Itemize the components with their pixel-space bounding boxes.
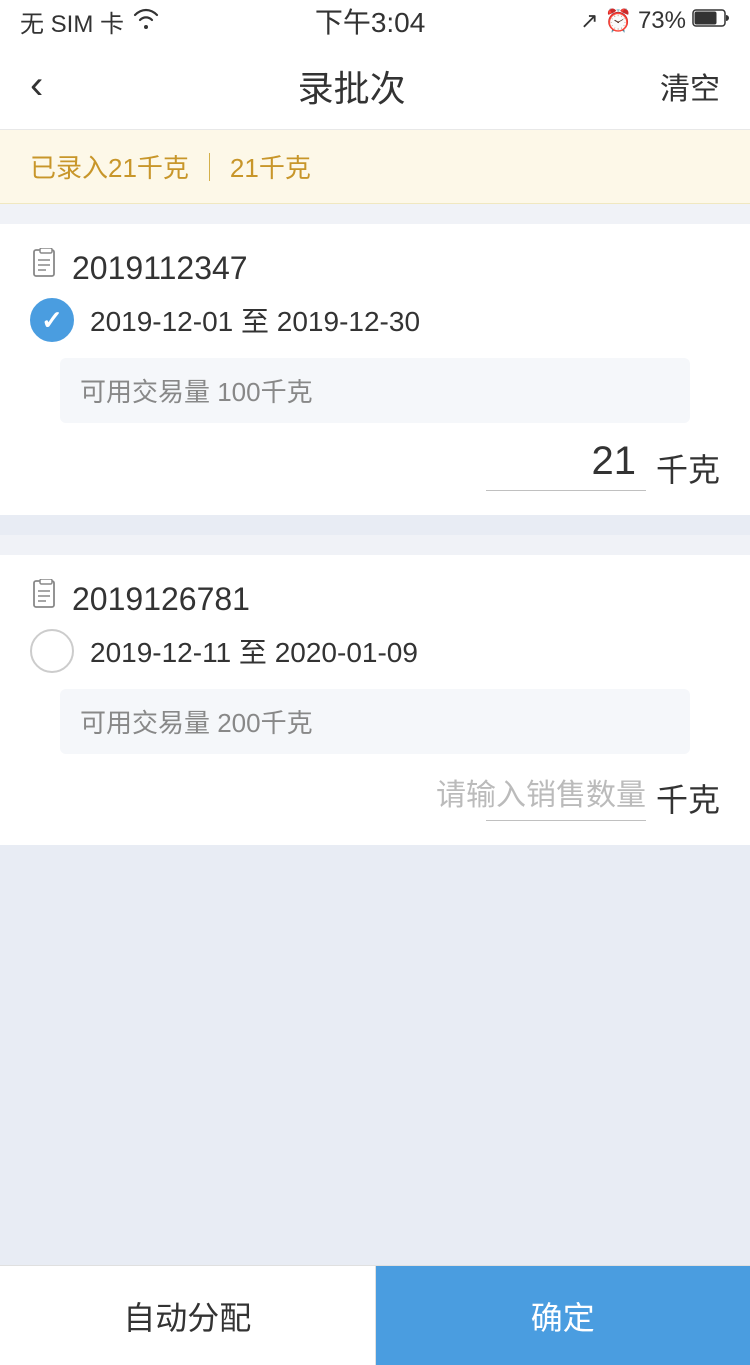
qty-unit-2: 千克 — [656, 775, 720, 821]
qty-wrap-2: 请输入销售数量 — [436, 770, 646, 821]
batch-checkbox-2[interactable] — [30, 629, 74, 673]
wifi-icon — [132, 7, 160, 36]
status-right: ↗ ⏰ 73% — [580, 7, 730, 35]
qty-line-2 — [486, 820, 646, 821]
batch-date-row-2: 2019-12-11 至 2020-01-09 — [30, 629, 720, 673]
empty-area — [0, 865, 750, 1265]
card-separator-2 — [0, 845, 750, 865]
recorded-label: 已录入21千克 — [30, 148, 189, 185]
batch-id-text-1: 2019112347 — [72, 250, 248, 287]
batch-id-row-1: 2019112347 — [30, 248, 720, 288]
card-separator — [0, 515, 750, 535]
batch-available-2: 可用交易量 200千克 — [60, 689, 690, 754]
location-icon: ↗ — [580, 8, 598, 34]
bottom-bar: 自动分配 确定 — [0, 1265, 750, 1365]
batch-id-text-2: 2019126781 — [72, 581, 250, 618]
batch-id-row-2: 2019126781 — [30, 579, 720, 619]
back-button[interactable]: ‹ — [30, 63, 43, 108]
batch-card-1: 2019112347 2019-12-01 至 2019-12-30 可用交易量… — [0, 224, 750, 515]
battery-icon — [692, 7, 730, 35]
qty-placeholder-2[interactable]: 请输入销售数量 — [436, 770, 646, 814]
battery-percent: 73% — [638, 7, 686, 35]
auto-distribute-button[interactable]: 自动分配 — [0, 1266, 376, 1365]
batch-card-2: 2019126781 2019-12-11 至 2020-01-09 可用交易量… — [0, 555, 750, 845]
confirm-label: 确定 — [531, 1293, 595, 1339]
alarm-icon: ⏰ — [605, 8, 632, 34]
qty-wrap-1: 21 — [486, 439, 646, 491]
page-title: 录批次 — [298, 60, 406, 112]
nav-bar: ‹ 录批次 清空 — [0, 42, 750, 130]
confirm-button[interactable]: 确定 — [376, 1266, 750, 1365]
batch-icon-1 — [30, 248, 62, 288]
banner-divider — [209, 153, 210, 181]
batch-date-text-1: 2019-12-01 至 2019-12-30 — [90, 300, 420, 340]
qty-line-1 — [486, 490, 646, 491]
qty-value-1: 21 — [591, 439, 636, 484]
recorded-value: 21千克 — [230, 148, 311, 185]
batch-icon-2 — [30, 579, 62, 619]
no-sim-text: 无 SIM 卡 — [20, 4, 124, 39]
status-time: 下午3:04 — [315, 1, 426, 41]
batch-date-text-2: 2019-12-11 至 2020-01-09 — [90, 631, 418, 671]
batch-available-1: 可用交易量 100千克 — [60, 358, 690, 423]
batch-checkbox-1[interactable] — [30, 298, 74, 342]
status-left: 无 SIM 卡 — [20, 4, 160, 39]
auto-distribute-label: 自动分配 — [123, 1293, 251, 1339]
status-bar: 无 SIM 卡 下午3:04 ↗ ⏰ 73% — [0, 0, 750, 42]
batch-date-row-1: 2019-12-01 至 2019-12-30 — [30, 298, 720, 342]
clear-button[interactable]: 清空 — [660, 64, 720, 108]
info-banner: 已录入21千克 21千克 — [0, 130, 750, 204]
qty-unit-1: 千克 — [656, 445, 720, 491]
